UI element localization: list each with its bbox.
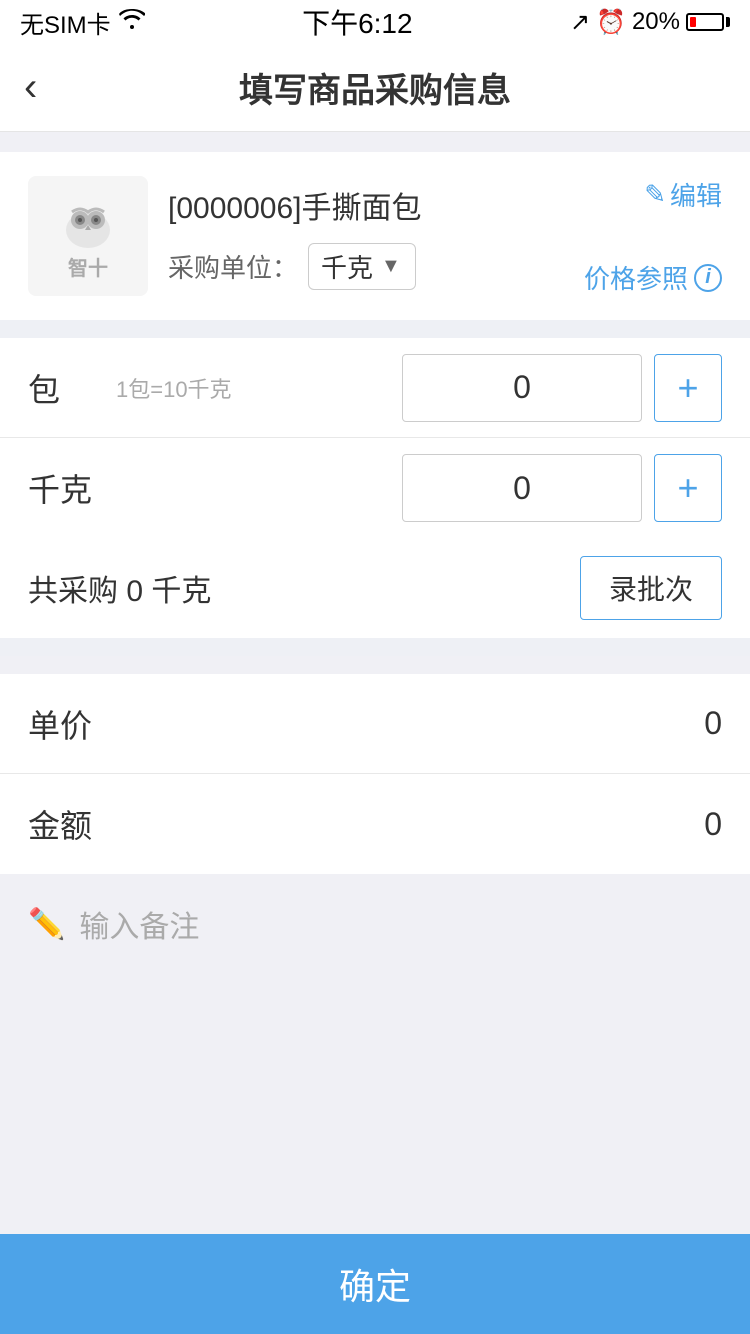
product-name: [0000006]手撕面包 xyxy=(168,183,722,227)
kg-value: 0 xyxy=(513,470,531,507)
unit-price-row: 单价 0 xyxy=(0,674,750,774)
unit-price-label: 单价 xyxy=(28,701,92,747)
logo-text: 智十 xyxy=(68,252,108,281)
section-separator-1 xyxy=(0,320,750,338)
product-image: 智十 xyxy=(28,176,148,296)
location-icon: ↗ xyxy=(570,8,590,37)
bao-label: 包 xyxy=(28,365,108,411)
section-separator-2 xyxy=(0,638,750,656)
price-ref-info-icon: i xyxy=(694,264,722,292)
price-reference-button[interactable]: 价格参照 i xyxy=(584,259,722,296)
bao-input-row: 包 1包=10千克 0 + xyxy=(0,338,750,438)
total-text: 共采购 0 千克 xyxy=(28,566,211,610)
price-amount-section: 单价 0 金额 0 xyxy=(0,674,750,874)
amount-label: 金额 xyxy=(28,801,92,847)
record-batch-button[interactable]: 录批次 xyxy=(580,556,722,620)
price-ref-label: 价格参照 xyxy=(584,259,688,296)
kg-input-control: 0 + xyxy=(108,454,722,522)
note-placeholder: 输入备注 xyxy=(79,902,199,946)
wifi-icon xyxy=(119,8,145,36)
amount-row: 金额 0 xyxy=(0,774,750,874)
confirm-button[interactable]: 确定 xyxy=(0,1234,750,1334)
battery-percent: 20% xyxy=(632,8,680,36)
unit-label: 采购单位： xyxy=(168,248,298,285)
unit-value: 千克 xyxy=(321,248,373,285)
bao-plus-button[interactable]: + xyxy=(654,354,722,422)
product-logo: 智十 xyxy=(58,192,118,281)
unit-price-value: 0 xyxy=(704,705,722,742)
edit-button[interactable]: ✎ 编辑 xyxy=(644,176,722,213)
kg-number-input[interactable]: 0 xyxy=(402,454,642,522)
edit-icon: ✎ xyxy=(644,179,666,210)
battery-icon xyxy=(686,13,730,31)
back-button[interactable]: ‹ xyxy=(24,65,37,110)
unit-dropdown-arrow: ▼ xyxy=(381,255,401,278)
status-bar: 无SIM卡 下午6:12 ↗ ⏰ 20% xyxy=(0,0,750,44)
product-card: 智十 [0000006]手撕面包 采购单位： 千克 ▼ ✎ 编辑 价格参照 i xyxy=(0,152,750,320)
note-section[interactable]: ✏️ 输入备注 xyxy=(0,874,750,974)
status-time: 下午6:12 xyxy=(302,2,413,42)
alarm-icon: ⏰ xyxy=(596,8,626,37)
status-left: 无SIM卡 xyxy=(20,5,145,40)
pencil-icon: ✏️ xyxy=(28,907,65,942)
input-section: 包 1包=10千克 0 + 千克 0 + xyxy=(0,338,750,538)
kg-label: 千克 xyxy=(28,465,108,511)
unit-select[interactable]: 千克 ▼ xyxy=(308,243,416,290)
bao-input-control: 0 + xyxy=(232,354,722,422)
kg-plus-button[interactable]: + xyxy=(654,454,722,522)
edit-label: 编辑 xyxy=(670,176,722,213)
nav-bar: ‹ 填写商品采购信息 xyxy=(0,44,750,132)
page-title: 填写商品采购信息 xyxy=(239,63,511,112)
carrier-label: 无SIM卡 xyxy=(20,5,111,40)
amount-value: 0 xyxy=(704,806,722,843)
bao-number-input[interactable]: 0 xyxy=(402,354,642,422)
content-spacer xyxy=(0,974,750,1174)
bao-value: 0 xyxy=(513,369,531,406)
status-right: ↗ ⏰ 20% xyxy=(570,8,730,37)
bao-sublabel: 1包=10千克 xyxy=(116,372,232,404)
total-row: 共采购 0 千克 录批次 xyxy=(0,538,750,638)
kg-input-row: 千克 0 + xyxy=(0,438,750,538)
